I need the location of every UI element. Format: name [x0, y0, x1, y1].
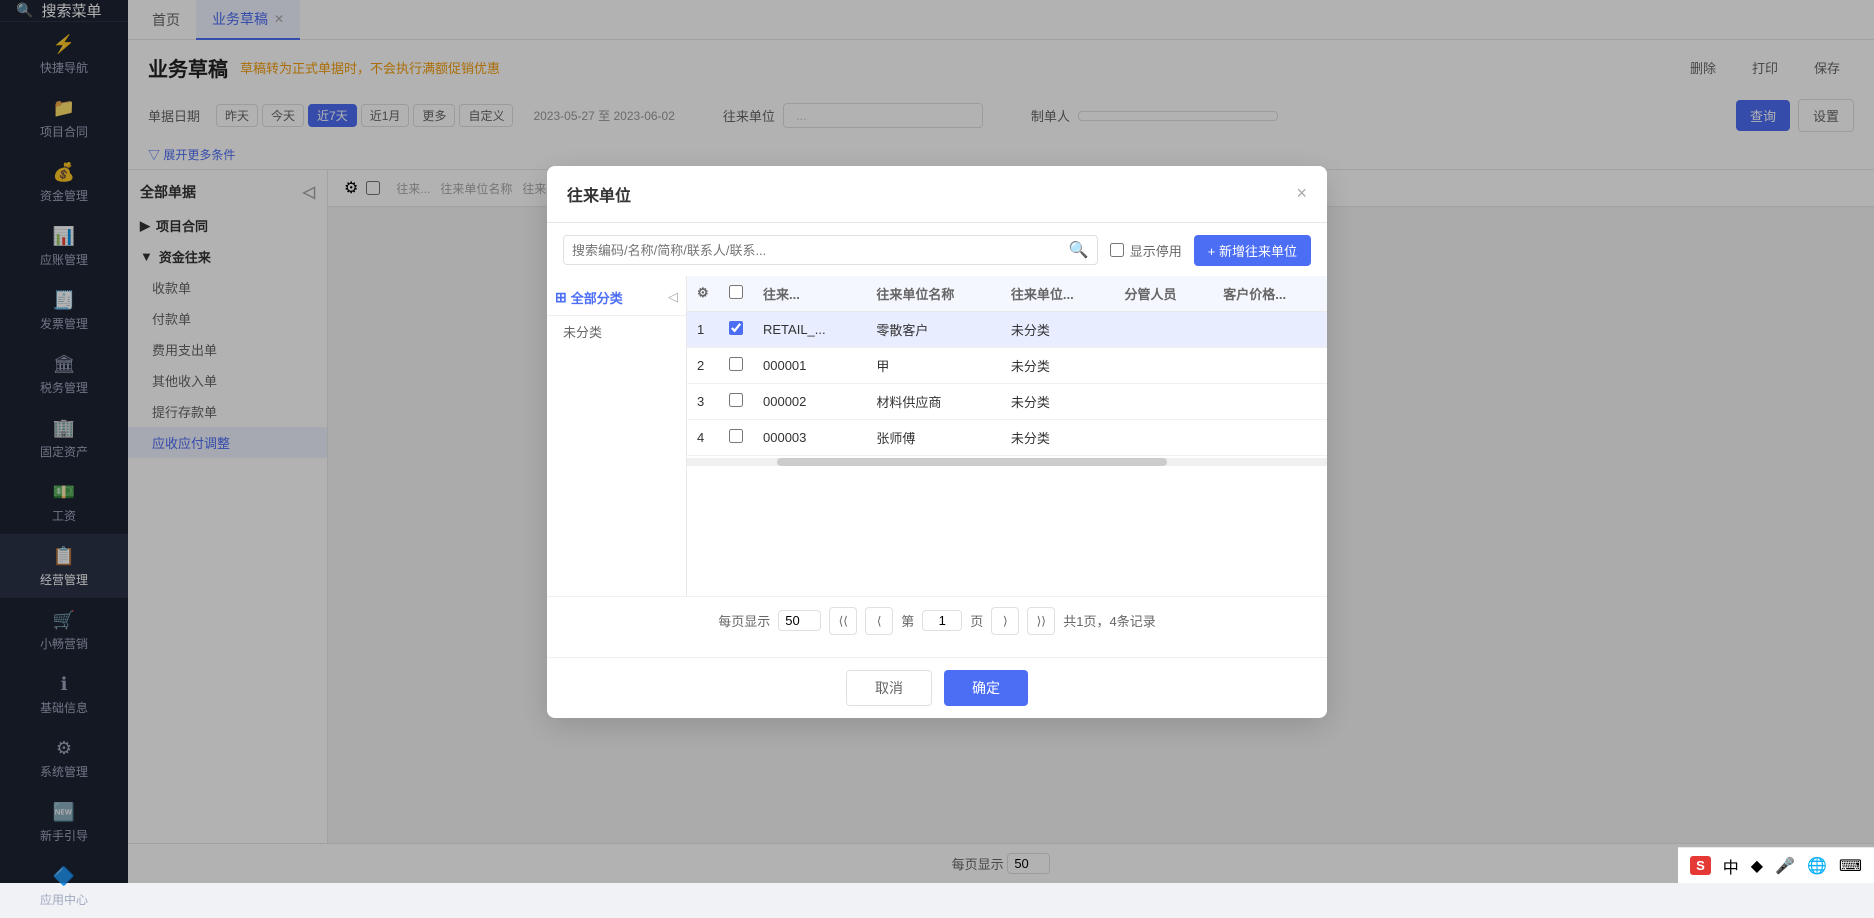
status-icon-network[interactable]: 🌐 — [1807, 856, 1827, 876]
horizontal-scrollbar[interactable] — [687, 458, 1327, 466]
row-checkbox[interactable] — [729, 321, 743, 335]
row-code: 000002 — [753, 383, 866, 419]
th-manager: 分管人员 — [1115, 276, 1214, 312]
row-checkbox-cell — [719, 347, 753, 383]
row-category: 未分类 — [1001, 311, 1115, 347]
status-icon-dot[interactable]: ◆ — [1751, 856, 1763, 876]
row-index: 1 — [687, 311, 719, 347]
dialog-close-button[interactable]: × — [1296, 183, 1307, 204]
next-page-button[interactable]: ⟩ — [991, 607, 1019, 635]
category-all-icon: ⊞ — [555, 289, 567, 306]
dialog-toolbar: 🔍 显示停用 + 新增往来单位 — [547, 235, 1327, 276]
per-page-select[interactable]: 50 — [778, 610, 821, 631]
row-index: 3 — [687, 383, 719, 419]
th-category: 往来单位... — [1001, 276, 1115, 312]
show-disabled-wrap: 显示停用 — [1110, 241, 1182, 260]
per-page-label: 每页显示 — [718, 611, 770, 630]
row-manager — [1115, 383, 1214, 419]
show-disabled-checkbox[interactable] — [1110, 243, 1124, 257]
dialog-header: 往来单位 × — [547, 166, 1327, 223]
table-row[interactable]: 4 000003 张师傅 未分类 — [687, 419, 1327, 455]
dialog-search-wrap: 🔍 — [563, 235, 1098, 265]
table-row[interactable]: 2 000001 甲 未分类 — [687, 347, 1327, 383]
row-manager — [1115, 419, 1214, 455]
page-unit: 页 — [970, 611, 983, 630]
last-page-button[interactable]: ⟩⟩ — [1027, 607, 1055, 635]
data-table-wrap: ⚙ 往来... 往来单位名称 往来单位... 分管人员 客户价格... — [687, 276, 1327, 596]
th-name: 往来单位名称 — [866, 276, 1000, 312]
table-select-all[interactable] — [729, 285, 743, 299]
row-index: 4 — [687, 419, 719, 455]
th-check — [719, 276, 753, 312]
row-checkbox-cell — [719, 419, 753, 455]
table-row[interactable]: 1 RETAIL_... 零散客户 未分类 — [687, 311, 1327, 347]
add-party-button[interactable]: + 新增往来单位 — [1194, 235, 1311, 266]
row-price — [1213, 347, 1327, 383]
row-checkbox[interactable] — [729, 429, 743, 443]
row-category: 未分类 — [1001, 419, 1115, 455]
row-checkbox-cell — [719, 383, 753, 419]
dialog-title: 往来单位 — [567, 182, 631, 206]
row-price — [1213, 419, 1327, 455]
dialog-footer: 取消 确定 — [547, 657, 1327, 718]
row-name: 甲 — [866, 347, 1000, 383]
row-index: 2 — [687, 347, 719, 383]
row-code: 000003 — [753, 419, 866, 455]
dialog-pagination: 每页显示 50 ⟨⟨ ⟨ 第 页 ⟩ ⟩⟩ 共1页，4条记录 — [547, 596, 1327, 645]
page-label: 第 — [901, 611, 914, 630]
category-item-uncategorized[interactable]: 未分类 — [547, 316, 686, 347]
dialog-body: 🔍 显示停用 + 新增往来单位 ⊞ 全部分类 ◁ 未分类 — [547, 223, 1327, 657]
uncategorized-label: 未分类 — [563, 322, 602, 341]
first-page-button[interactable]: ⟨⟨ — [829, 607, 857, 635]
category-all-label[interactable]: 全部分类 — [571, 288, 623, 307]
row-checkbox[interactable] — [729, 357, 743, 371]
brand-logo: S — [1690, 856, 1711, 875]
row-code: 000001 — [753, 347, 866, 383]
th-code: 往来... — [753, 276, 866, 312]
category-tree: ⊞ 全部分类 ◁ 未分类 — [547, 276, 687, 596]
th-gear: ⚙ — [687, 276, 719, 312]
row-name: 张师傅 — [866, 419, 1000, 455]
dialog-content: ⊞ 全部分类 ◁ 未分类 ⚙ — [547, 276, 1327, 596]
prev-page-button[interactable]: ⟨ — [865, 607, 893, 635]
row-category: 未分类 — [1001, 347, 1115, 383]
row-price — [1213, 383, 1327, 419]
sidebar-item-label: 应用中心 — [40, 891, 88, 908]
party-table: ⚙ 往来... 往来单位名称 往来单位... 分管人员 客户价格... — [687, 276, 1327, 456]
status-icon-zh[interactable]: 中 — [1723, 854, 1739, 878]
row-category: 未分类 — [1001, 383, 1115, 419]
row-name: 零散客户 — [866, 311, 1000, 347]
dialog-search-input[interactable] — [572, 243, 1063, 258]
row-checkbox[interactable] — [729, 393, 743, 407]
status-bar: S 中 ◆ 🎤 🌐 ⌨ — [1678, 847, 1874, 883]
dialog-party: 往来单位 × 🔍 显示停用 + 新增往来单位 ⊞ — [547, 166, 1327, 718]
page-number-input[interactable] — [922, 610, 962, 631]
row-manager — [1115, 347, 1214, 383]
modal-overlay: 往来单位 × 🔍 显示停用 + 新增往来单位 ⊞ — [0, 0, 1874, 883]
row-price — [1213, 311, 1327, 347]
confirm-button[interactable]: 确定 — [944, 670, 1028, 706]
row-code: RETAIL_... — [753, 311, 866, 347]
row-name: 材料供应商 — [866, 383, 1000, 419]
row-manager — [1115, 311, 1214, 347]
table-row[interactable]: 3 000002 材料供应商 未分类 — [687, 383, 1327, 419]
scrollbar-thumb — [777, 458, 1167, 466]
category-collapse-icon[interactable]: ◁ — [668, 289, 678, 305]
total-info: 共1页，4条记录 — [1063, 611, 1155, 630]
show-disabled-label: 显示停用 — [1130, 241, 1182, 260]
status-icon-keyboard[interactable]: ⌨ — [1839, 856, 1862, 876]
cancel-button[interactable]: 取消 — [846, 670, 932, 706]
dialog-search-icon: 🔍 — [1069, 240, 1089, 260]
status-icon-mic[interactable]: 🎤 — [1775, 856, 1795, 876]
th-price-level: 客户价格... — [1213, 276, 1327, 312]
row-checkbox-cell — [719, 311, 753, 347]
